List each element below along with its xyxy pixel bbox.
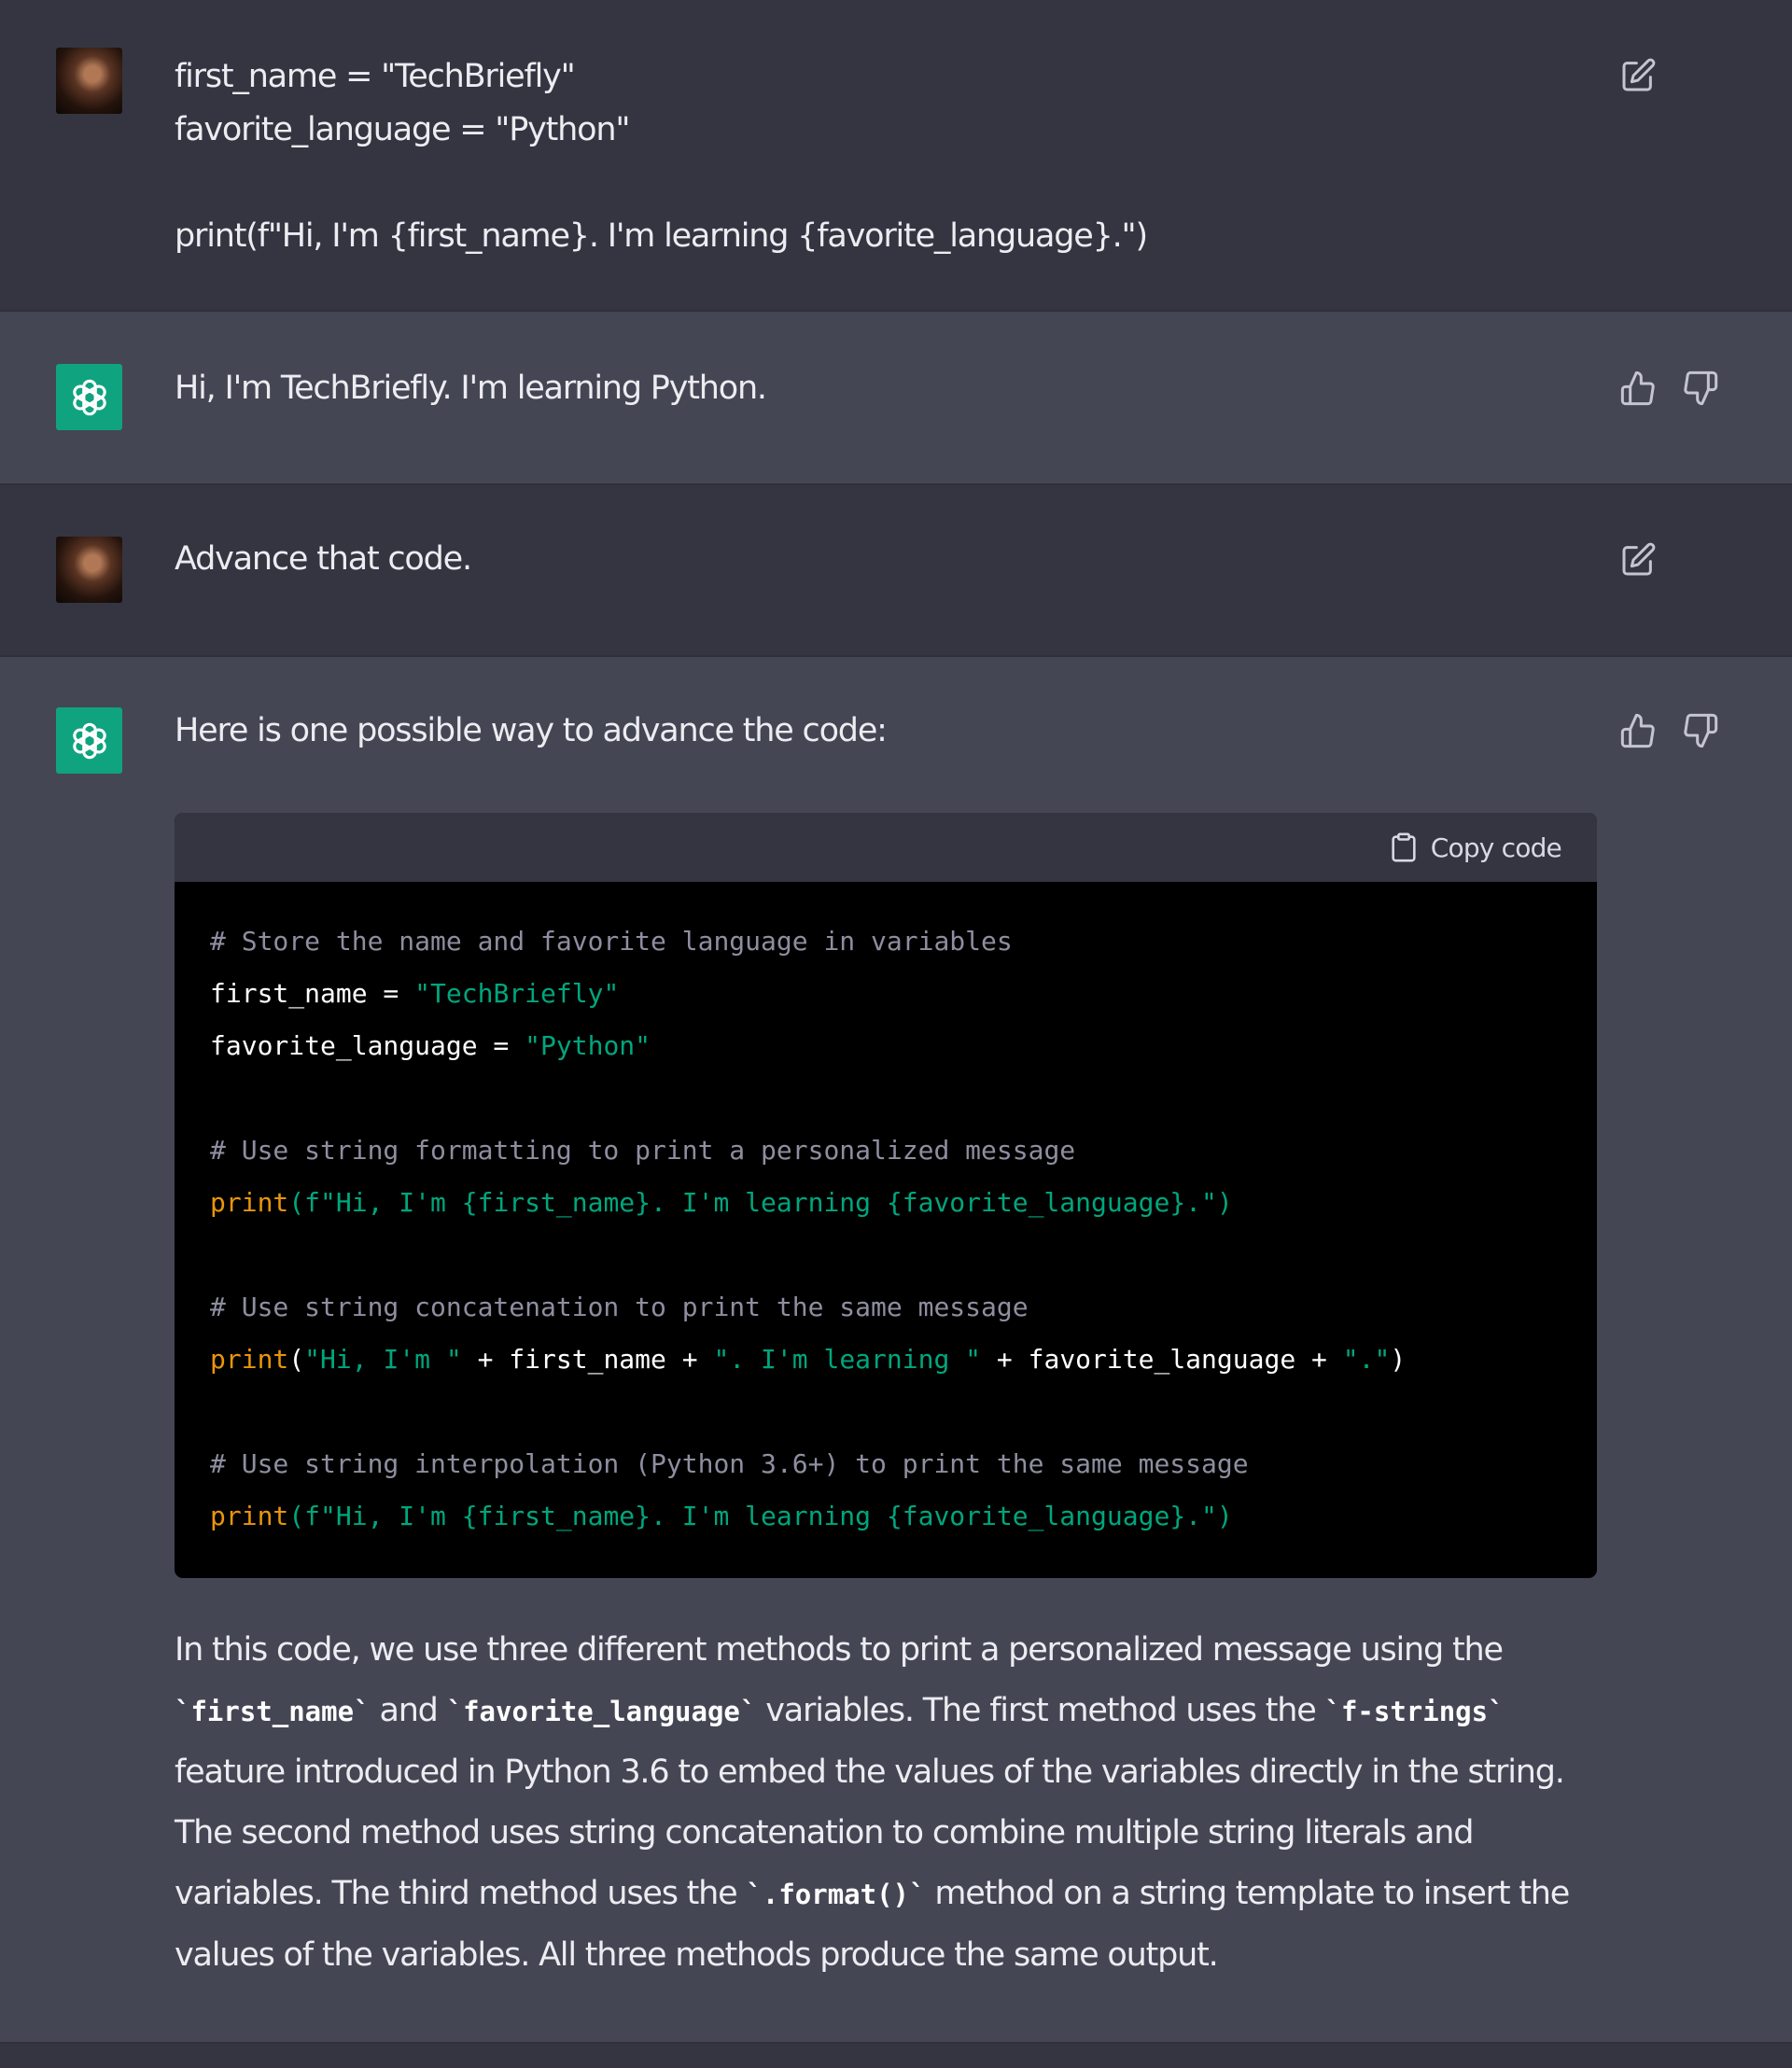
edit-icon[interactable] bbox=[1619, 57, 1657, 94]
explanation-text: and bbox=[370, 1692, 447, 1729]
code-comment: # Store the name and favorite language i… bbox=[210, 926, 1013, 957]
inline-code: `favorite_language` bbox=[446, 1696, 757, 1727]
code-string: "." bbox=[1342, 1344, 1391, 1375]
code-text: first_name = bbox=[210, 978, 415, 1009]
code-function: print bbox=[210, 1501, 289, 1531]
code-text: favorite_language = bbox=[210, 1030, 525, 1061]
code-string: ". I'm learning " bbox=[713, 1344, 982, 1375]
code-comment: # Use string formatting to print a perso… bbox=[210, 1135, 1076, 1166]
code-text: ) bbox=[1390, 1344, 1407, 1375]
user-message-2: Advance that code. bbox=[0, 485, 1792, 657]
copy-code-button[interactable]: Copy code bbox=[1388, 831, 1562, 863]
copy-code-label: Copy code bbox=[1430, 831, 1562, 863]
code-text: + favorite_language + bbox=[981, 1344, 1343, 1375]
code-line: print("Hi, I'm " + first_name + ". I'm l… bbox=[210, 1334, 1597, 1386]
code-line: # Use string interpolation (Python 3.6+)… bbox=[210, 1438, 1597, 1490]
assistant-avatar bbox=[56, 707, 122, 774]
message-line: favorite_language = "Python" bbox=[175, 111, 630, 148]
clipboard-icon bbox=[1392, 832, 1416, 862]
thumbs-up-icon[interactable] bbox=[1619, 712, 1657, 749]
explanation-paragraph: In this code, we use three different met… bbox=[175, 1620, 1593, 1986]
code-block: Copy code # Store the name and favorite … bbox=[175, 813, 1597, 1578]
code-string: (f"Hi, I'm {first_name}. I'm learning {f… bbox=[288, 1501, 1233, 1531]
thumbs-down-icon[interactable] bbox=[1682, 370, 1719, 407]
openai-logo-icon bbox=[72, 722, 106, 759]
code-string: "TechBriefly" bbox=[414, 978, 620, 1009]
code-function: print bbox=[210, 1187, 289, 1218]
message-line: Hi, I'm TechBriefly. I'm learning Python… bbox=[175, 370, 767, 407]
thumbs-up-icon[interactable] bbox=[1619, 370, 1657, 407]
code-line: # Use string formatting to print a perso… bbox=[210, 1125, 1597, 1177]
user-message-text: first_name = "TechBriefly" favorite_lang… bbox=[175, 50, 1148, 263]
code-line: # Use string concatenation to print the … bbox=[210, 1281, 1597, 1334]
inline-code: `.format()` bbox=[746, 1879, 926, 1910]
user-avatar bbox=[56, 537, 122, 603]
edit-icon[interactable] bbox=[1619, 541, 1657, 579]
chat-thread: first_name = "TechBriefly" favorite_lang… bbox=[0, 0, 1792, 2068]
user-avatar bbox=[56, 48, 122, 114]
code-string: "Hi, I'm " bbox=[304, 1344, 462, 1375]
code-function: print bbox=[210, 1344, 289, 1375]
message-line: Here is one possible way to advance the … bbox=[175, 712, 888, 749]
message-line: first_name = "TechBriefly" bbox=[175, 58, 576, 95]
code-comment: # Use string interpolation (Python 3.6+)… bbox=[210, 1448, 1249, 1479]
code-body: # Store the name and favorite language i… bbox=[175, 882, 1597, 1543]
code-line: # Store the name and favorite language i… bbox=[210, 915, 1597, 968]
assistant-intro-text: Here is one possible way to advance the … bbox=[175, 705, 888, 758]
openai-logo-icon bbox=[72, 379, 106, 415]
next-message-edge bbox=[0, 2042, 1792, 2068]
code-text: + first_name + bbox=[461, 1344, 714, 1375]
code-comment: # Use string concatenation to print the … bbox=[210, 1292, 1029, 1322]
message-line: Advance that code. bbox=[175, 540, 472, 578]
code-block-header: Copy code bbox=[175, 813, 1597, 882]
user-message-text: Advance that code. bbox=[175, 533, 472, 586]
explanation-text: variables. The first method uses the bbox=[756, 1692, 1325, 1729]
inline-code: `first_name` bbox=[175, 1696, 371, 1727]
code-string: "Python" bbox=[525, 1030, 651, 1061]
message-line bbox=[175, 157, 1147, 210]
thumbs-down-icon[interactable] bbox=[1682, 712, 1719, 749]
code-string: (f"Hi, I'm {first_name}. I'm learning {f… bbox=[288, 1187, 1233, 1218]
explanation-text: In this code, we use three different met… bbox=[175, 1631, 1504, 1669]
assistant-avatar bbox=[56, 364, 122, 430]
code-line: favorite_language = "Python" bbox=[210, 1020, 1597, 1072]
assistant-message-2: Here is one possible way to advance the … bbox=[0, 657, 1792, 2042]
assistant-message-text: Hi, I'm TechBriefly. I'm learning Python… bbox=[175, 362, 767, 415]
inline-code: `f-strings` bbox=[1324, 1696, 1505, 1727]
code-line: print(f"Hi, I'm {first_name}. I'm learni… bbox=[210, 1177, 1597, 1229]
code-line: first_name = "TechBriefly" bbox=[210, 968, 1597, 1020]
assistant-message-1: Hi, I'm TechBriefly. I'm learning Python… bbox=[0, 312, 1792, 485]
code-text: ( bbox=[288, 1344, 305, 1375]
code-line: print(f"Hi, I'm {first_name}. I'm learni… bbox=[210, 1490, 1597, 1543]
user-message-1: first_name = "TechBriefly" favorite_lang… bbox=[0, 0, 1792, 312]
message-line: print(f"Hi, I'm {first_name}. I'm learni… bbox=[175, 217, 1148, 255]
